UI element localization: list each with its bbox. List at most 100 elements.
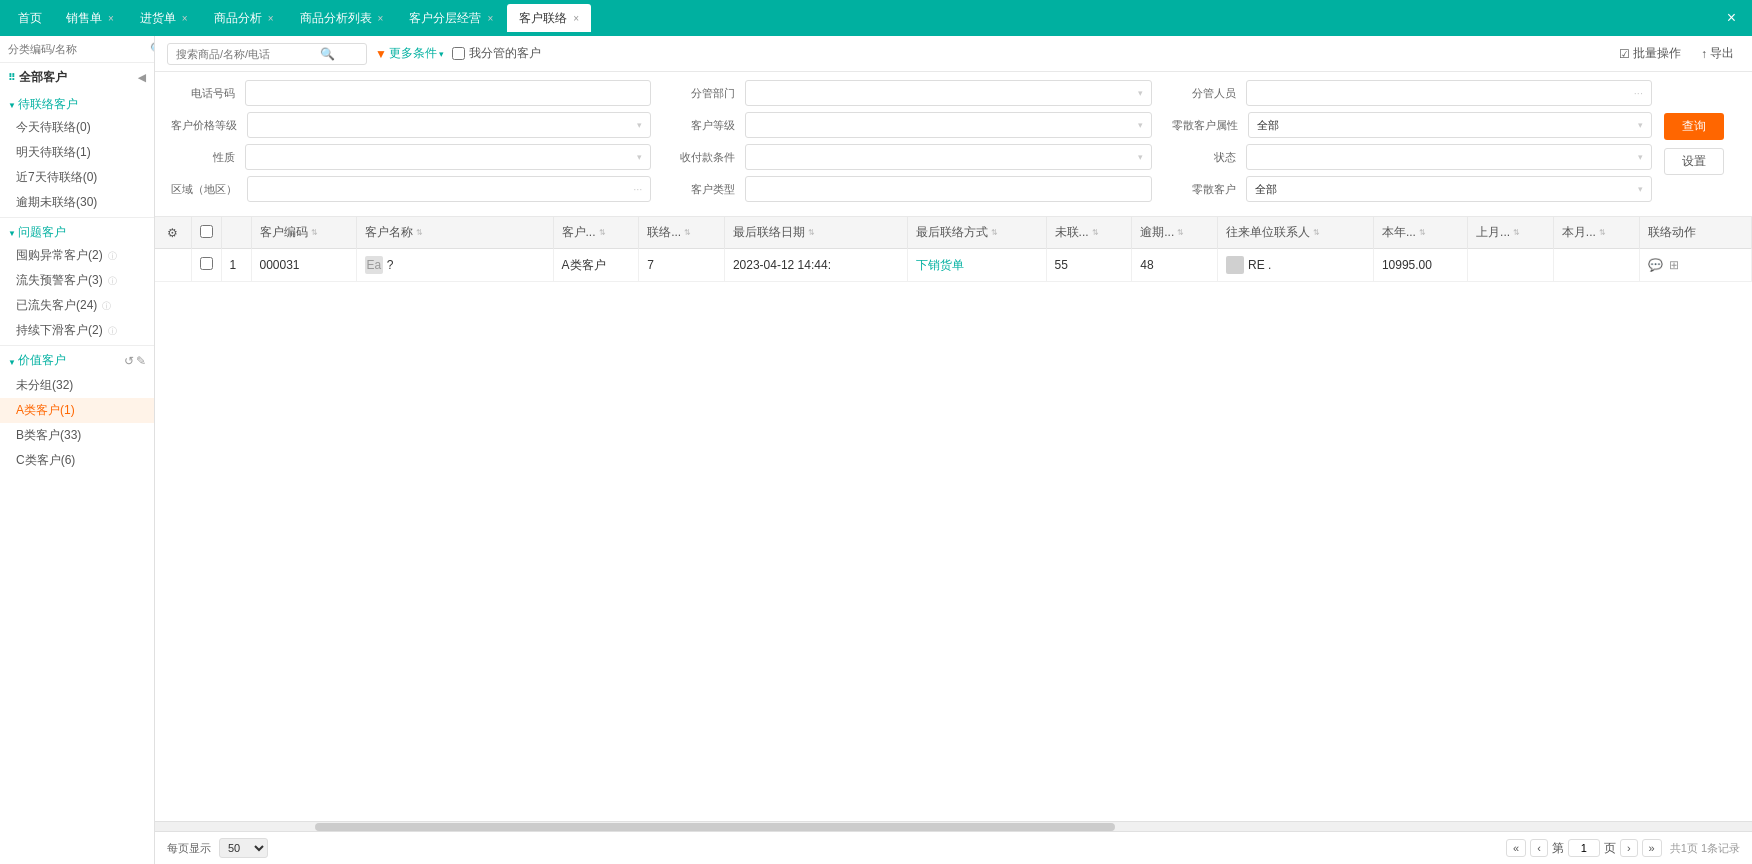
th-unit-contact[interactable]: 往来单位联系人 ⇅: [1217, 217, 1373, 249]
region-input[interactable]: ···: [247, 176, 651, 202]
close-product-icon[interactable]: ×: [268, 13, 274, 24]
scrollbar-thumb[interactable]: [315, 823, 1115, 831]
th-last-month[interactable]: 上月... ⇅: [1468, 217, 1554, 249]
field-retail-attr: 零散客户属性 全部 ▾: [1172, 112, 1652, 138]
sidebar-item-today[interactable]: 今天待联络(0): [0, 115, 154, 140]
retail-attr-select[interactable]: 全部 ▾: [1248, 112, 1652, 138]
sort-last-month-icon[interactable]: ⇅: [1513, 228, 1520, 237]
sidebar-item-declining[interactable]: 持续下滑客户(2) ⓘ: [0, 318, 154, 343]
sidebar-item-ungrouped[interactable]: 未分组(32): [0, 373, 154, 398]
manager-input[interactable]: ···: [1246, 80, 1652, 106]
th-code[interactable]: 客户编码 ⇅: [251, 217, 356, 249]
sidebar-item-overdue[interactable]: 逾期未联络(30): [0, 190, 154, 215]
nav-tab-sales[interactable]: 销售单 ×: [54, 4, 126, 32]
th-name[interactable]: 客户名称 ⇅: [356, 217, 553, 249]
sidebar-item-class-b[interactable]: B类客户(33): [0, 423, 154, 448]
sort-overdue-icon[interactable]: ⇅: [1177, 228, 1184, 237]
group-value-customers-label[interactable]: 价值客户: [8, 352, 122, 369]
first-page-button[interactable]: «: [1506, 839, 1526, 857]
sidebar-item-class-a[interactable]: A类客户(1): [0, 398, 154, 423]
export-button[interactable]: ↑ 导出: [1695, 42, 1740, 65]
nature-select[interactable]: ▾: [245, 144, 651, 170]
sidebar-item-churned[interactable]: 已流失客户(24) ⓘ: [0, 293, 154, 318]
nav-tab-product-list[interactable]: 商品分析列表 ×: [288, 4, 396, 32]
chat-icon[interactable]: 💬: [1648, 258, 1663, 272]
refresh-icon[interactable]: ↺: [124, 354, 134, 368]
mine-checkbox[interactable]: [452, 47, 465, 60]
nav-tab-customer-tier[interactable]: 客户分层经营 ×: [397, 4, 505, 32]
sidebar-item-tomorrow[interactable]: 明天待联络(1): [0, 140, 154, 165]
sort-contacts-icon[interactable]: ⇅: [684, 228, 691, 237]
group-pending-contact[interactable]: 待联络客户: [0, 92, 154, 115]
sort-un-contact-icon[interactable]: ⇅: [1092, 228, 1099, 237]
td-checkbox[interactable]: [191, 249, 221, 282]
th-un-contact[interactable]: 未联... ⇅: [1046, 217, 1132, 249]
close-customer-contact-icon[interactable]: ×: [573, 13, 579, 24]
prev-page-button[interactable]: ‹: [1530, 839, 1548, 857]
nav-tab-purchase[interactable]: 进货单 ×: [128, 4, 200, 32]
th-last-date[interactable]: 最后联络日期 ⇅: [724, 217, 907, 249]
payment-select[interactable]: ▾: [745, 144, 1151, 170]
qr-icon[interactable]: ⊞: [1669, 258, 1679, 272]
sort-level-icon[interactable]: ⇅: [599, 228, 606, 237]
setting-button[interactable]: 设置: [1664, 148, 1724, 175]
row-checkbox[interactable]: [200, 257, 213, 270]
more-filters-button[interactable]: ▼ 更多条件 ▾: [375, 45, 444, 62]
mine-filter[interactable]: 我分管的客户: [452, 45, 541, 62]
collapse-icon[interactable]: ◀: [138, 72, 146, 83]
th-last-way[interactable]: 最后联络方式 ⇅: [907, 217, 1046, 249]
sidebar-item-churn-warning[interactable]: 流失预警客户(3) ⓘ: [0, 268, 154, 293]
sidebar-item-class-c[interactable]: C类客户(6): [0, 448, 154, 473]
th-checkbox[interactable]: [191, 217, 221, 249]
close-customer-tier-icon[interactable]: ×: [487, 13, 493, 24]
page-size-select[interactable]: 50 10 20 100: [219, 838, 268, 858]
page-num-input[interactable]: [1568, 839, 1600, 857]
batch-op-button[interactable]: ☑ 批量操作: [1613, 42, 1687, 65]
window-close-button[interactable]: ×: [1719, 9, 1744, 27]
dept-arrow-icon: ▾: [1138, 88, 1143, 98]
retail-customer-select[interactable]: 全部 ▾: [1246, 176, 1652, 202]
sort-code-icon[interactable]: ⇅: [311, 228, 318, 237]
nav-tab-customer-contact[interactable]: 客户联络 ×: [507, 4, 591, 32]
close-sales-icon[interactable]: ×: [108, 13, 114, 24]
all-customers-header[interactable]: ⠿ 全部客户 ◀: [0, 63, 154, 92]
th-gear[interactable]: ⚙: [155, 217, 191, 249]
gear-icon[interactable]: ⚙: [167, 226, 178, 240]
nav-tab-product[interactable]: 商品分析 ×: [202, 4, 286, 32]
sidebar-search-input[interactable]: [8, 43, 146, 55]
customer-type-input[interactable]: [745, 176, 1151, 202]
dept-select[interactable]: ▾: [745, 80, 1151, 106]
th-this-month[interactable]: 本月... ⇅: [1553, 217, 1639, 249]
th-level[interactable]: 客户... ⇅: [553, 217, 639, 249]
customer-grade-select[interactable]: ▾: [745, 112, 1151, 138]
sort-last-date-icon[interactable]: ⇅: [808, 228, 815, 237]
group-problem-customers[interactable]: 问题客户: [0, 220, 154, 243]
td-last-way[interactable]: 下销货单: [907, 249, 1046, 282]
price-grade-select[interactable]: ▾: [247, 112, 651, 138]
sort-unit-contact-icon[interactable]: ⇅: [1313, 228, 1320, 237]
th-overdue[interactable]: 逾期... ⇅: [1132, 217, 1218, 249]
sort-last-way-icon[interactable]: ⇅: [991, 228, 998, 237]
th-this-year[interactable]: 本年... ⇅: [1373, 217, 1467, 249]
nav-home[interactable]: 首页: [8, 10, 52, 27]
status-select[interactable]: ▾: [1246, 144, 1652, 170]
select-all-checkbox[interactable]: [200, 225, 213, 238]
next-page-button[interactable]: ›: [1620, 839, 1638, 857]
th-contacts[interactable]: 联络... ⇅: [639, 217, 725, 249]
close-product-list-icon[interactable]: ×: [378, 13, 384, 24]
phone-input[interactable]: [245, 80, 651, 106]
filter-search-input[interactable]: [176, 48, 316, 60]
filter-search-box[interactable]: 🔍: [167, 43, 367, 65]
last-page-button[interactable]: »: [1642, 839, 1662, 857]
edit-group-icon[interactable]: ✎: [136, 354, 146, 368]
sort-this-month-icon[interactable]: ⇅: [1599, 228, 1606, 237]
sort-this-year-icon[interactable]: ⇅: [1419, 228, 1426, 237]
sidebar-item-7days[interactable]: 近7天待联络(0): [0, 165, 154, 190]
horizontal-scrollbar[interactable]: [155, 821, 1752, 831]
query-button[interactable]: 查询: [1664, 113, 1724, 140]
last-way-link[interactable]: 下销货单: [916, 258, 964, 272]
sidebar-item-abnormal[interactable]: 囤购异常客户(2) ⓘ: [0, 243, 154, 268]
sort-name-icon[interactable]: ⇅: [416, 228, 423, 237]
filter-search-icon[interactable]: 🔍: [320, 47, 335, 61]
close-purchase-icon[interactable]: ×: [182, 13, 188, 24]
